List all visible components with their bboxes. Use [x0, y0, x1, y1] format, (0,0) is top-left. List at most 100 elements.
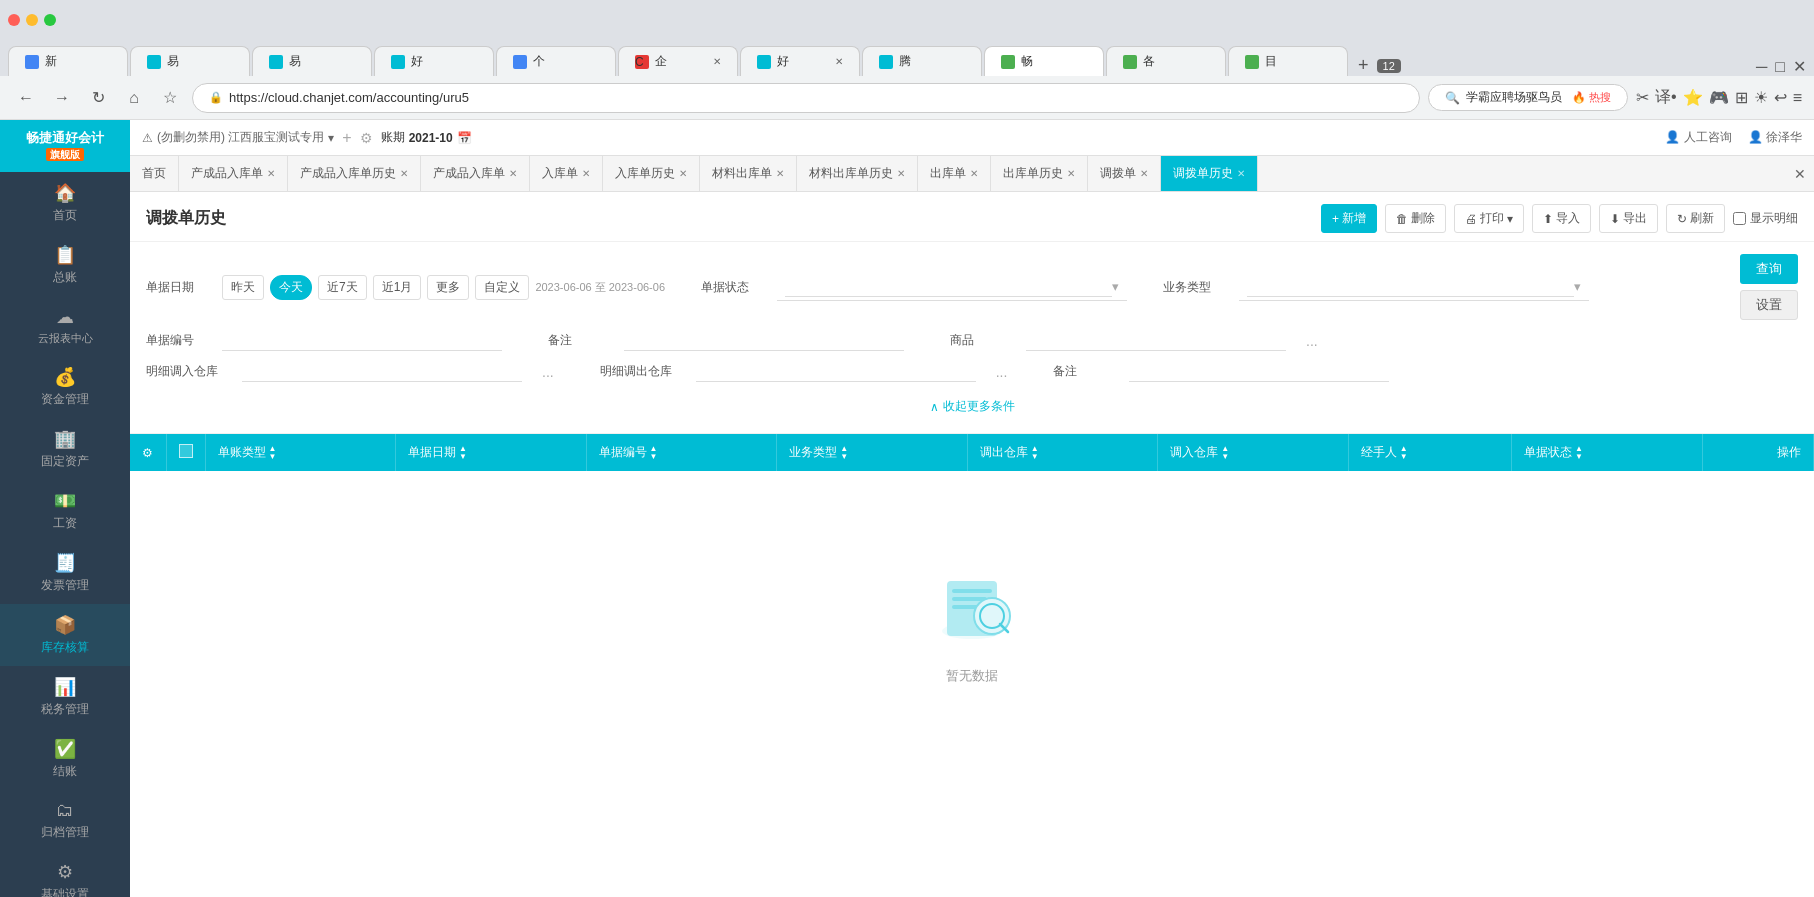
tab-issue[interactable]: 出库单 ✕	[918, 156, 991, 191]
export-button[interactable]: ⬇ 导出	[1599, 204, 1658, 233]
tab-close-fg2[interactable]: ✕	[509, 168, 517, 179]
sort-doc-no[interactable]: ▲▼	[650, 445, 658, 461]
browser-tab-2[interactable]: 易	[252, 46, 372, 76]
sort-doc-type[interactable]: ▲▼	[269, 445, 277, 461]
remark2-input[interactable]	[1129, 361, 1389, 382]
tab-receipt[interactable]: 入库单 ✕	[530, 156, 603, 191]
refresh-page-button[interactable]: ↻ 刷新	[1666, 204, 1725, 233]
tab-close-6[interactable]: ✕	[835, 56, 843, 67]
doc-no-input[interactable]	[222, 330, 502, 351]
table-gear-icon[interactable]: ⚙	[142, 446, 153, 460]
filter-settings-button[interactable]: 设置	[1740, 290, 1798, 320]
detail-out-input[interactable]	[696, 361, 976, 382]
custom-btn[interactable]: 自定义	[475, 275, 529, 300]
goods-more-icon[interactable]: ...	[1306, 333, 1318, 349]
last1month-btn[interactable]: 近1月	[373, 275, 422, 300]
address-bar[interactable]: 🔒 https://cloud.chanjet.com/accounting/u…	[192, 83, 1420, 113]
home-btn[interactable]: ⌂	[120, 84, 148, 112]
bookmark-btn[interactable]: ☆	[156, 84, 184, 112]
forward-btn[interactable]: →	[48, 84, 76, 112]
sidebar-item-archive[interactable]: 🗂 归档管理	[0, 790, 130, 851]
add-company-btn[interactable]: +	[342, 129, 351, 147]
tab-finished-goods-in2[interactable]: 产成品入库单 ✕	[421, 156, 530, 191]
period-selector[interactable]: 账期 2021-10 📅	[381, 129, 472, 146]
tab-close-finished-goods-in[interactable]: ✕	[267, 168, 275, 179]
new-tab-btn[interactable]: +	[1358, 55, 1369, 76]
browser-tab-4[interactable]: 个	[496, 46, 616, 76]
browser-tab-7[interactable]: 腾	[862, 46, 982, 76]
sidebar-item-cloud-report[interactable]: ☁ 云报表中心	[0, 296, 130, 356]
col-in-warehouse[interactable]: 调入仓库 ▲▼	[1158, 434, 1349, 471]
col-biz-type[interactable]: 业务类型 ▲▼	[777, 434, 968, 471]
biz-type-select[interactable]	[1247, 276, 1574, 297]
detail-in-input[interactable]	[242, 361, 522, 382]
sort-in-warehouse[interactable]: ▲▼	[1221, 445, 1229, 461]
tab-close-receipt[interactable]: ✕	[582, 168, 590, 179]
sidebar-item-tax[interactable]: 📊 税务管理	[0, 666, 130, 728]
sort-doc-date[interactable]: ▲▼	[459, 445, 467, 461]
sort-out-warehouse[interactable]: ▲▼	[1031, 445, 1039, 461]
sidebar-item-ledger[interactable]: 📋 总账	[0, 234, 130, 296]
sidebar-item-invoice[interactable]: 🧾 发票管理	[0, 542, 130, 604]
sort-doc-status[interactable]: ▲▼	[1575, 445, 1583, 461]
tab-transfer-history[interactable]: 调拨单历史 ✕	[1161, 156, 1258, 191]
tab-close-transfer[interactable]: ✕	[1140, 168, 1148, 179]
sort-biz-type[interactable]: ▲▼	[840, 445, 848, 461]
select-all-checkbox[interactable]	[179, 444, 193, 458]
table-settings-col[interactable]: ⚙	[130, 434, 166, 471]
sidebar-item-settings[interactable]: ⚙ 基础设置	[0, 851, 130, 897]
more-btn[interactable]: 更多	[427, 275, 469, 300]
browser-tab-9[interactable]: 各	[1106, 46, 1226, 76]
tab-close-material-out-history[interactable]: ✕	[897, 168, 905, 179]
tab-close-5[interactable]: ✕	[713, 56, 721, 67]
col-doc-type[interactable]: 单账类型 ▲▼	[205, 434, 396, 471]
maximize-btn[interactable]: □	[1775, 58, 1785, 76]
col-doc-date[interactable]: 单据日期 ▲▼	[396, 434, 587, 471]
close-all-tabs-icon[interactable]: ✕	[1794, 166, 1806, 182]
new-button[interactable]: + 新增	[1321, 204, 1377, 233]
yesterday-btn[interactable]: 昨天	[222, 275, 264, 300]
sidebar-item-inventory[interactable]: 📦 库存核算	[0, 604, 130, 666]
tab-close-transfer-history[interactable]: ✕	[1237, 168, 1245, 179]
browser-tab-0[interactable]: 新	[8, 46, 128, 76]
show-cols-toggle[interactable]: 显示明细	[1733, 210, 1798, 227]
tab-close-material-out[interactable]: ✕	[776, 168, 784, 179]
tab-close-fg-history[interactable]: ✕	[400, 168, 408, 179]
search-box[interactable]: 🔍 学霸应聘场驱鸟员 🔥 热搜	[1428, 84, 1628, 111]
tab-finished-goods-in[interactable]: 产成品入库单 ✕	[179, 156, 288, 191]
tab-issue-history[interactable]: 出库单历史 ✕	[991, 156, 1088, 191]
tab-transfer[interactable]: 调拨单 ✕	[1088, 156, 1161, 191]
col-out-warehouse[interactable]: 调出仓库 ▲▼	[967, 434, 1158, 471]
tab-close-issue[interactable]: ✕	[970, 168, 978, 179]
import-button[interactable]: ⬆ 导入	[1532, 204, 1591, 233]
browser-tab-10[interactable]: 目	[1228, 46, 1348, 76]
browser-tab-5[interactable]: C 企 ✕	[618, 46, 738, 76]
user-avatar[interactable]: 👤 徐泽华	[1748, 129, 1802, 146]
tab-finished-goods-in-history[interactable]: 产成品入库单历史 ✕	[288, 156, 421, 191]
tab-receipt-history[interactable]: 入库单历史 ✕	[603, 156, 700, 191]
sort-handler[interactable]: ▲▼	[1400, 445, 1408, 461]
table-checkbox-col[interactable]	[166, 434, 205, 471]
tab-close-receipt-history[interactable]: ✕	[679, 168, 687, 179]
sidebar-item-finance[interactable]: 💰 资金管理	[0, 356, 130, 418]
sidebar-item-closing[interactable]: ✅ 结账	[0, 728, 130, 790]
user-service-btn[interactable]: 👤 人工咨询	[1665, 129, 1731, 146]
col-doc-status[interactable]: 单据状态 ▲▼	[1512, 434, 1703, 471]
detail-out-more-icon[interactable]: ...	[996, 364, 1008, 380]
browser-tab-1[interactable]: 易	[130, 46, 250, 76]
status-select[interactable]	[785, 276, 1112, 297]
sidebar-item-assets[interactable]: 🏢 固定资产	[0, 418, 130, 480]
col-handler[interactable]: 经手人 ▲▼	[1348, 434, 1511, 471]
browser-tab-6[interactable]: 好 ✕	[740, 46, 860, 76]
remark-input[interactable]	[624, 330, 904, 351]
goods-input[interactable]	[1026, 330, 1286, 351]
query-button[interactable]: 查询	[1740, 254, 1798, 284]
close-btn[interactable]: ✕	[1793, 57, 1806, 76]
company-settings-btn[interactable]: ⚙	[360, 130, 373, 146]
browser-tab-8[interactable]: 畅	[984, 46, 1104, 76]
minimize-btn[interactable]: ─	[1756, 58, 1767, 76]
show-cols-checkbox[interactable]	[1733, 212, 1746, 225]
detail-in-more-icon[interactable]: ...	[542, 364, 554, 380]
collapse-filter-btn[interactable]: ∧ 收起更多条件	[146, 392, 1798, 421]
delete-button[interactable]: 🗑 删除	[1385, 204, 1446, 233]
